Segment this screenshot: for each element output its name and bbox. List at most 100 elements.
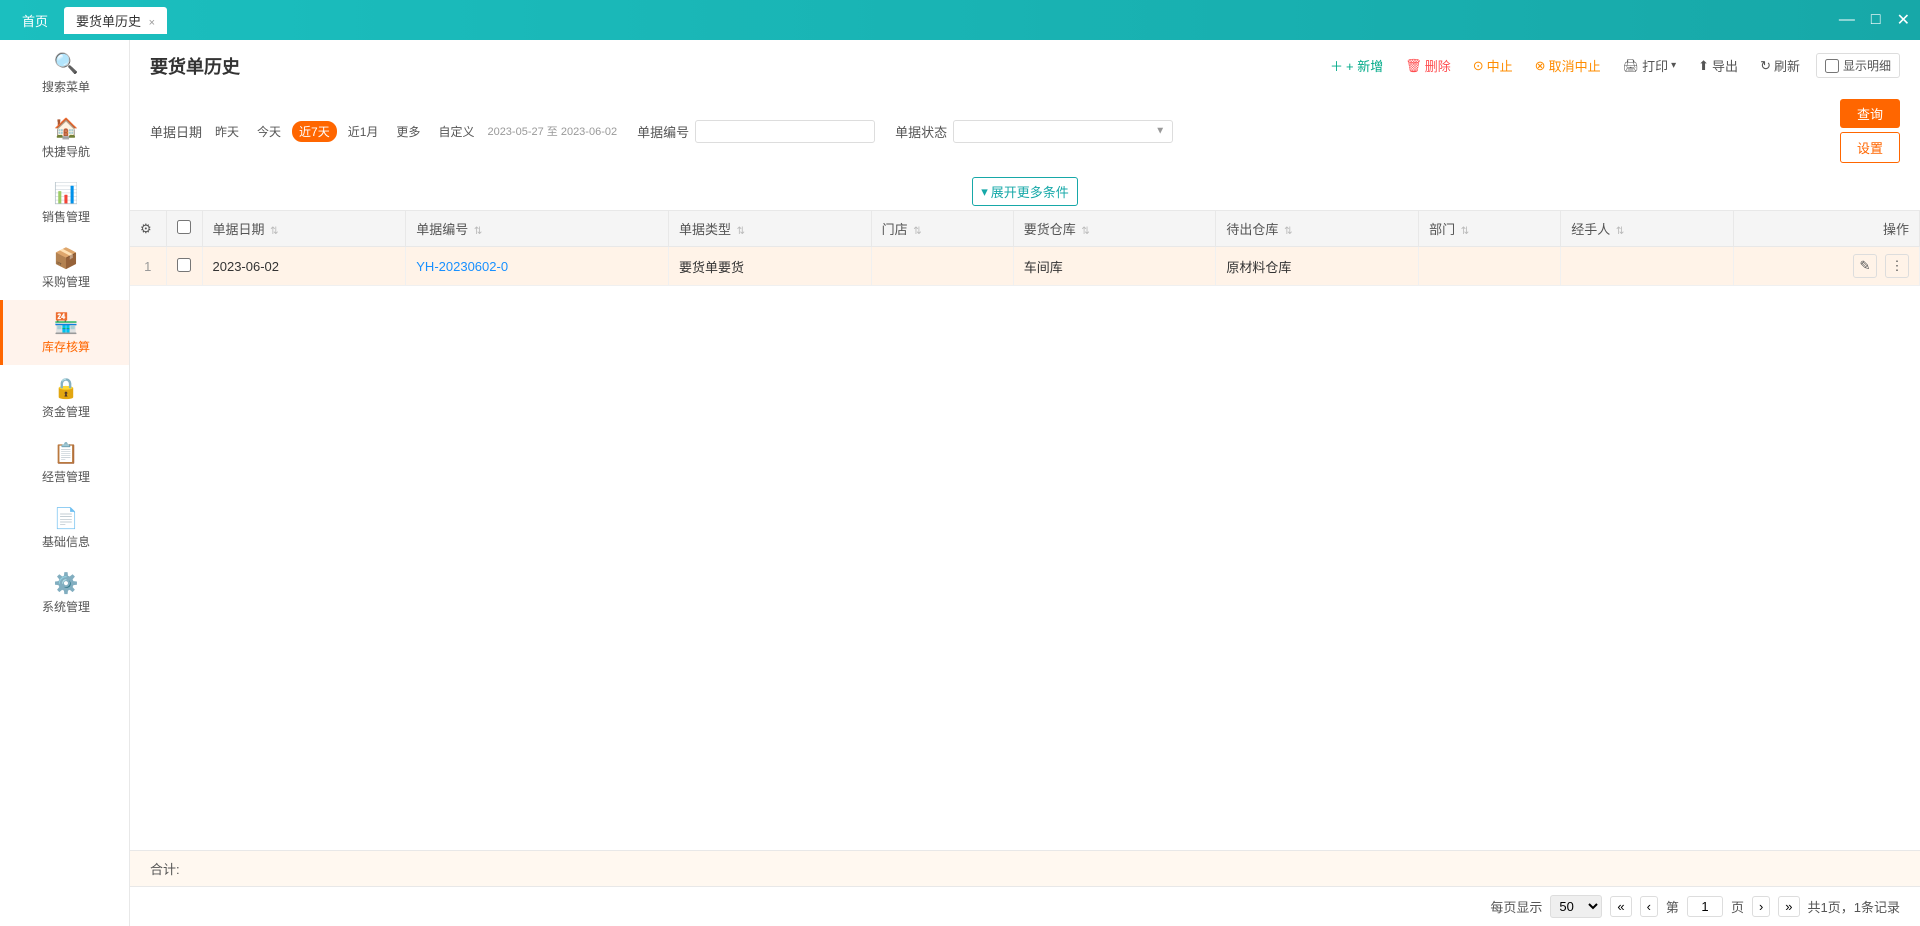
show-detail-label: 显示明细 [1843,57,1891,74]
print-icon: 🖨 [1623,58,1640,74]
sidebar-item-quick-nav[interactable]: 🏠 快捷导航 [0,105,129,170]
col-pending-warehouse[interactable]: 待出仓库 ⇅ [1216,211,1419,247]
sort-icon-handler: ⇅ [1616,226,1624,237]
sidebar-item-label: 搜索菜单 [42,78,90,95]
top-bar: 首页 要货单历史 × — □ ✕ [0,0,1920,40]
doc-no-filter-group: 单据编号 [637,120,875,143]
sales-icon: 📊 [54,184,79,204]
date-range-display: 2023-05-27 至 2023-06-02 [487,123,617,139]
table-body: 1 2023-06-02 YH-20230602-0 要货单要货 车间库 原材料… [130,247,1920,286]
select-all-checkbox[interactable] [177,220,191,234]
tab-home[interactable]: 首页 [10,7,60,34]
date-btn-7days[interactable]: 近7天 [292,121,337,142]
cancel-label: 取消中止 [1549,56,1601,75]
filter-row: 单据日期 昨天 今天 近7天 近1月 更多 自定义 2023-05-27 至 2… [150,91,1900,171]
sort-icon-date: ⇅ [270,226,278,237]
col-req-warehouse[interactable]: 要货仓库 ⇅ [1013,211,1216,247]
next-page-button[interactable]: › [1752,896,1770,917]
sidebar-item-label: 系统管理 [42,598,90,615]
doc-no-input[interactable] [695,120,875,143]
table-header-row: ⚙ 单据日期 ⇅ 单据编号 ⇅ 单据类型 [130,211,1920,247]
date-btn-more[interactable]: 更多 [389,121,427,142]
sort-icon-doc-no: ⇅ [474,226,482,237]
refresh-label: 刷新 [1774,56,1800,75]
col-store[interactable]: 门店 ⇅ [871,211,1013,247]
print-button[interactable]: 🖨 打印 ▾ [1617,52,1683,79]
delete-button[interactable]: 🗑 删除 [1399,52,1457,79]
sidebar-item-label: 快捷导航 [42,143,90,160]
last-page-button[interactable]: » [1778,896,1799,917]
show-detail-button[interactable]: 显示明细 [1816,53,1900,78]
tab-bar: 首页 要货单历史 × [10,7,167,34]
col-doc-no[interactable]: 单据编号 ⇅ [406,211,669,247]
show-detail-checkbox[interactable] [1825,59,1839,73]
query-button[interactable]: 查询 [1840,99,1900,128]
sort-icon-store: ⇅ [913,226,921,237]
sidebar-item-inventory[interactable]: 🏪 库存核算 [0,300,129,365]
search-menu-icon: 🔍 [54,54,79,74]
date-btn-custom[interactable]: 自定义 [431,121,481,142]
sidebar-item-label: 库存核算 [42,338,90,355]
col-settings[interactable]: ⚙ [130,211,166,247]
page-prefix-label: 第 [1666,897,1679,916]
refresh-icon: ↻ [1760,58,1771,74]
col-handler[interactable]: 经手人 ⇅ [1561,211,1733,247]
more-action-icon[interactable]: ⋮ [1885,254,1909,278]
stop-label: 中止 [1487,56,1513,75]
row-doc-type: 要货单要货 [668,247,871,286]
row-checkbox-cell [166,247,202,286]
sidebar-item-sales[interactable]: 📊 销售管理 [0,170,129,235]
export-button[interactable]: ⬆ 导出 [1692,52,1744,79]
sort-icon-pending-warehouse: ⇅ [1284,226,1292,237]
expand-row: ▾ 展开更多条件 [150,171,1900,210]
filter-buttons: 查询 设置 [1840,99,1900,163]
operations-icon: 📋 [54,444,79,464]
new-button[interactable]: ＋ + 新增 [1324,52,1389,79]
col-doc-type[interactable]: 单据类型 ⇅ [668,211,871,247]
date-btn-1month[interactable]: 近1月 [341,121,386,142]
cancel-stop-button[interactable]: ⊗ 取消中止 [1529,52,1607,79]
edit-action-icon[interactable]: ✎ [1853,254,1877,278]
main-layout: 🔍 搜索菜单 🏠 快捷导航 📊 销售管理 📦 采购管理 🏪 库存核算 🔒 资金管… [0,40,1920,926]
sidebar-item-purchase[interactable]: 📦 采购管理 [0,235,129,300]
pagination-bar: 每页显示 50 100 200 « ‹ 第 页 › » 共1页，1条记录 [130,886,1920,926]
tab-requisition-history[interactable]: 要货单历史 × [64,7,167,34]
settings-button[interactable]: 设置 [1840,132,1900,163]
date-btn-yesterday[interactable]: 昨天 [208,121,246,142]
maximize-icon[interactable]: □ [1871,11,1881,29]
first-page-button[interactable]: « [1610,896,1631,917]
doc-no-link[interactable]: YH-20230602-0 [416,259,508,274]
filter-area: 单据日期 昨天 今天 近7天 近1月 更多 自定义 2023-05-27 至 2… [150,91,1900,210]
page-suffix-label: 页 [1731,897,1744,916]
basic-info-icon: 📄 [54,509,79,529]
tab-close-icon[interactable]: × [149,17,155,29]
row-req-warehouse: 车间库 [1013,247,1216,286]
sidebar-item-label: 销售管理 [42,208,90,225]
quick-nav-icon: 🏠 [54,119,79,139]
row-department [1419,247,1561,286]
stop-button[interactable]: ⊙ 中止 [1467,52,1519,79]
row-checkbox[interactable] [177,258,191,272]
delete-label: 删除 [1425,56,1451,75]
row-actions: ✎ ⋮ [1733,247,1919,286]
sidebar-item-operations[interactable]: 📋 经营管理 [0,430,129,495]
prev-page-button[interactable]: ‹ [1640,896,1658,917]
page-number-input[interactable] [1687,896,1723,917]
stop-icon: ⊙ [1473,58,1484,74]
sidebar-item-finance[interactable]: 🔒 资金管理 [0,365,129,430]
sidebar-item-search-menu[interactable]: 🔍 搜索菜单 [0,40,129,105]
sidebar-item-system[interactable]: ⚙️ 系统管理 [0,560,129,625]
sidebar-item-basic-info[interactable]: 📄 基础信息 [0,495,129,560]
sidebar-item-label: 基础信息 [42,533,90,550]
refresh-button[interactable]: ↻ 刷新 [1754,52,1806,79]
date-btn-today[interactable]: 今天 [250,121,288,142]
col-date[interactable]: 单据日期 ⇅ [202,211,406,247]
per-page-select[interactable]: 50 100 200 [1550,895,1602,918]
doc-status-select[interactable] [953,120,1173,143]
col-department[interactable]: 部门 ⇅ [1419,211,1561,247]
sidebar-item-label: 经营管理 [42,468,90,485]
minimize-icon[interactable]: — [1839,11,1855,29]
close-icon[interactable]: ✕ [1897,10,1910,30]
table-row: 1 2023-06-02 YH-20230602-0 要货单要货 车间库 原材料… [130,247,1920,286]
expand-more-btn[interactable]: ▾ 展开更多条件 [972,177,1078,206]
